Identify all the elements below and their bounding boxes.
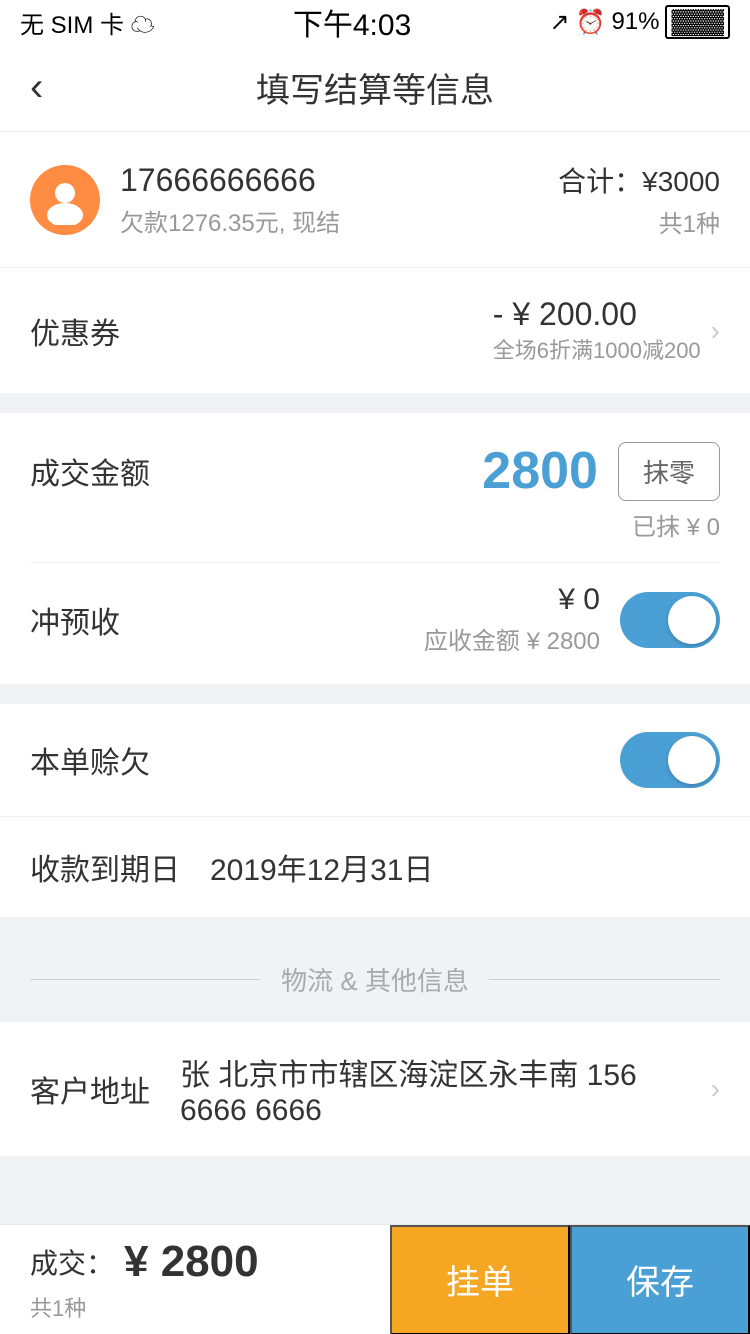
prepay-label: 冲预收 (30, 598, 120, 642)
user-avatar-icon (40, 175, 90, 225)
user-left: 17666666666 欠款1276.35元, 现结 (30, 162, 340, 238)
address-section[interactable]: 客户地址 张 北京市市辖区海淀区永丰南 156 6666 6666 › (0, 1022, 750, 1156)
amount-sub-text: 已抹 ¥ 0 (30, 507, 720, 542)
back-button[interactable]: ‹ (30, 65, 43, 110)
nav-bar: ‹ 填写结算等信息 (0, 44, 750, 132)
debt-toggle[interactable] (620, 732, 720, 788)
coupon-discount: - ¥ 200.00 (493, 296, 701, 333)
toggle-knob (668, 596, 716, 644)
section-gap-1 (0, 393, 750, 413)
avatar (30, 165, 100, 235)
prepay-row: 冲预收 ¥ 0 应收金额 ¥ 2800 (30, 583, 720, 656)
bottom-count: 共1种 (30, 1291, 360, 1323)
amount-value: 2800 (482, 441, 598, 501)
prepay-toggle[interactable] (620, 592, 720, 648)
coupon-right: - ¥ 200.00 全场6折满1000减200 › (493, 296, 720, 365)
location-icon: ↗ (549, 8, 569, 37)
logistics-divider: 物流 & 其他信息 (0, 937, 750, 1022)
coupon-sub-text: 全场6折满1000减200 (493, 333, 701, 365)
coupon-label: 优惠券 (30, 309, 120, 353)
bottom-amount: ¥ 2800 (124, 1237, 259, 1287)
logistics-line-left (30, 979, 261, 980)
user-info-row: 17666666666 欠款1276.35元, 现结 合计：¥3000 共1种 (0, 132, 750, 267)
total-count-label: 共1种 (558, 204, 720, 239)
user-details: 17666666666 欠款1276.35元, 现结 (120, 162, 340, 238)
status-right: ↗ ⏰ 91% ▓▓▓ (549, 5, 730, 39)
prepay-right: ¥ 0 应收金额 ¥ 2800 (424, 583, 720, 656)
row-divider (30, 562, 720, 563)
bottom-bar: 成交： ¥ 2800 共1种 挂单 保存 (0, 1224, 750, 1334)
debt-label: 本单赊欠 (30, 738, 150, 782)
logistics-line-right (489, 979, 720, 980)
duedate-label: 收款到期日 (30, 845, 180, 889)
page-title: 填写结算等信息 (256, 63, 494, 112)
battery-icon: ▓▓▓ (665, 5, 730, 39)
section-gap-3 (0, 917, 750, 937)
prepay-amount: ¥ 0 应收金额 ¥ 2800 (424, 583, 600, 656)
coupon-chevron-icon: › (711, 315, 720, 347)
address-label: 客户地址 (30, 1067, 150, 1111)
address-value: 张 北京市市辖区海淀区永丰南 156 6666 6666 (180, 1050, 711, 1128)
battery-label: 91% (611, 8, 659, 36)
address-chevron-icon: › (711, 1073, 720, 1105)
logistics-text: 物流 & 其他信息 (281, 961, 469, 998)
amount-label: 成交金额 (30, 449, 150, 493)
user-phone: 17666666666 (120, 162, 340, 199)
status-time: 下午4:03 (293, 0, 411, 44)
status-bar: 无 SIM 卡 ☁ 下午4:03 ↗ ⏰ 91% ▓▓▓ (0, 0, 750, 44)
status-left: 无 SIM 卡 ☁ (20, 5, 155, 40)
debt-section: 本单赊欠 (0, 704, 750, 816)
amount-row: 成交金额 2800 抹零 (30, 441, 720, 501)
prepay-value: ¥ 0 (424, 583, 600, 617)
duedate-value: 2019年12月31日 (210, 845, 433, 889)
bottom-label: 成交： (30, 1242, 114, 1282)
user-sub-info: 欠款1276.35元, 现结 (120, 203, 340, 238)
total-amount-label: 合计：¥3000 (558, 160, 720, 200)
user-total: 合计：¥3000 共1种 (558, 160, 720, 239)
sim-label: 无 SIM 卡 ☁ (20, 5, 155, 40)
bottom-info: 成交： ¥ 2800 共1种 (0, 1237, 390, 1323)
round-zero-button[interactable]: 抹零 (618, 442, 720, 501)
save-button[interactable]: 保存 (570, 1225, 750, 1334)
content-area: 17666666666 欠款1276.35元, 现结 合计：¥3000 共1种 … (0, 132, 750, 1286)
duedate-section: 收款到期日 2019年12月31日 (0, 816, 750, 917)
duedate-row: 收款到期日 2019年12月31日 (30, 845, 720, 889)
amount-right: 2800 抹零 (482, 441, 720, 501)
pending-button[interactable]: 挂单 (390, 1225, 570, 1334)
coupon-row[interactable]: 优惠券 - ¥ 200.00 全场6折满1000减200 › (0, 267, 750, 393)
bottom-total-row: 成交： ¥ 2800 (30, 1237, 360, 1287)
alarm-icon: ⏰ (576, 8, 606, 37)
prepay-sub-text: 应收金额 ¥ 2800 (424, 621, 600, 656)
debt-toggle-knob (668, 736, 716, 784)
section-gap-2 (0, 684, 750, 704)
amount-section: 成交金额 2800 抹零 已抹 ¥ 0 冲预收 ¥ 0 应收金额 ¥ 2800 (0, 413, 750, 684)
